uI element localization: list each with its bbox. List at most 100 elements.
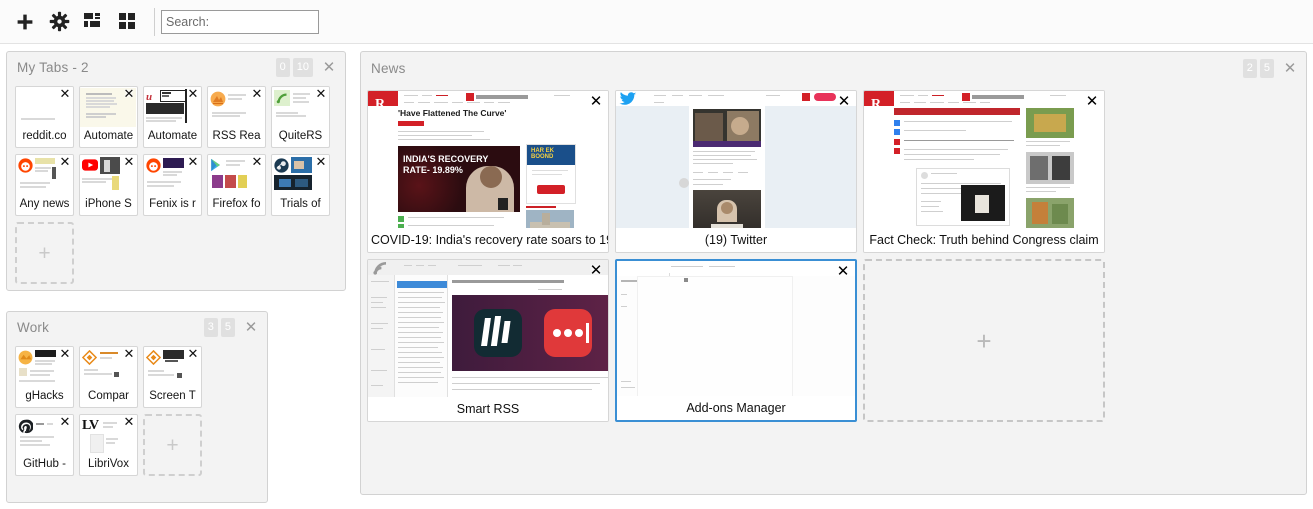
tab-tile[interactable]: ✕ Fenix is r (143, 154, 202, 216)
tab-close-button[interactable]: ✕ (835, 263, 851, 280)
mini-page-body (617, 276, 855, 399)
badge-pinned-count[interactable]: 3 (203, 317, 218, 337)
tab-tile[interactable]: ✕ Compar (79, 346, 138, 408)
tab-title: Trials of (280, 198, 321, 210)
mini-page-body (864, 106, 1104, 229)
tab-close-button[interactable]: ✕ (58, 347, 72, 361)
tab-title: Compar (88, 390, 129, 402)
tab-close-button[interactable]: ✕ (58, 87, 72, 101)
rss-green-icon (276, 93, 287, 104)
badge-tab-count[interactable]: 10 (292, 57, 313, 77)
tab-card-selected[interactable]: ✕ Add-ons Manager (615, 259, 857, 422)
tab-close-button[interactable]: ✕ (122, 415, 136, 429)
rss-icon (373, 262, 386, 275)
grid-mixed-icon (83, 13, 100, 27)
plus-icon (17, 14, 33, 29)
tab-title: reddit.co (22, 130, 67, 142)
tab-card[interactable]: ✕ (19) Twitter (615, 90, 857, 253)
search-container (161, 9, 319, 34)
group-badges: 2 5 (1242, 58, 1274, 78)
add-group-button[interactable] (8, 5, 42, 39)
group-panel-news[interactable]: News 2 5 ✕ R 'Have Flattened The Curve' … (360, 51, 1307, 495)
mini-page-body (368, 275, 608, 398)
tab-close-button[interactable]: ✕ (588, 93, 604, 110)
group-close-button[interactable]: ✕ (319, 57, 339, 77)
tab-close-button[interactable]: ✕ (186, 155, 200, 169)
tab-card[interactable]: ✕ Smart RSS (367, 259, 609, 422)
group-header-work: Work 3 5 ✕ (7, 312, 267, 342)
tab-tile[interactable]: LV ✕ LibriVox (79, 414, 138, 476)
thumbnail-scrollbar (601, 91, 608, 229)
group-close-button[interactable]: ✕ (241, 317, 261, 337)
tab-thumbnail (616, 91, 856, 229)
group-close-button[interactable]: ✕ (1280, 58, 1300, 78)
mini-browser-chrome: R (864, 91, 1104, 121)
mini-page-body (616, 106, 856, 229)
group-panel-my-tabs[interactable]: My Tabs - 2 0 10 ✕ ✕ reddit.co ✕ Automat… (6, 51, 346, 291)
tab-card-list-news: R 'Have Flattened The Curve' INDIA'S REC… (361, 84, 1306, 422)
tab-close-button[interactable]: ✕ (58, 415, 72, 429)
tab-close-button[interactable]: ✕ (122, 155, 136, 169)
tab-tile[interactable]: u ✕ Automate (143, 86, 202, 148)
layout-mixed-button[interactable] (76, 5, 110, 39)
tab-thumbnail (617, 261, 855, 399)
tab-tile[interactable]: ✕ Screen T (143, 346, 202, 408)
group-title: News (371, 60, 406, 76)
mini-browser-chrome: R (368, 91, 608, 121)
tab-close-button[interactable]: ✕ (836, 93, 852, 110)
tab-close-button[interactable]: ✕ (250, 87, 264, 101)
tab-tile[interactable]: ✕ gHacks (15, 346, 74, 408)
librivox-icon: LV (82, 418, 99, 433)
add-tab-button-work[interactable]: + (143, 414, 202, 476)
tab-close-button[interactable]: ✕ (250, 155, 264, 169)
group-title: Work (17, 319, 50, 335)
github-icon (18, 419, 33, 434)
tab-tile[interactable]: ✕ RSS Rea (207, 86, 266, 148)
group-panel-work[interactable]: Work 3 5 ✕ ✕ gHacks ✕ Compar ✕ Screen T … (6, 311, 268, 503)
group-header-my-tabs: My Tabs - 2 0 10 ✕ (7, 52, 345, 82)
tab-title: Automate (83, 130, 134, 142)
tab-thumbnail: R (864, 91, 1104, 229)
tab-close-button[interactable]: ✕ (314, 87, 328, 101)
tab-tile[interactable]: ✕ iPhone S (79, 154, 138, 216)
settings-button[interactable] (42, 5, 76, 39)
tab-title: Automate (147, 130, 198, 142)
tab-card[interactable]: R (367, 90, 609, 253)
youtube-icon (82, 159, 98, 171)
tab-tile[interactable]: ✕ QuiteRS (271, 86, 330, 148)
group-badges: 0 10 (275, 57, 313, 77)
tab-tile[interactable]: ✕ GitHub - (15, 414, 74, 476)
badge-tab-count[interactable]: 5 (220, 317, 235, 337)
diamond-icon (146, 350, 161, 365)
layout-grid-button[interactable] (110, 5, 144, 39)
tab-close-button[interactable]: ✕ (122, 347, 136, 361)
toolbar-divider (154, 7, 155, 36)
tab-tile[interactable]: ✕ Trials of (271, 154, 330, 216)
badge-tab-count[interactable]: 5 (1259, 58, 1274, 78)
tab-title: Fact Check: Truth behind Congress claim (864, 228, 1104, 252)
tab-thumbnail: R (368, 91, 608, 229)
tab-card[interactable]: R (863, 90, 1105, 253)
reddit-icon (146, 158, 161, 173)
tab-tile[interactable]: ✕ Automate (79, 86, 138, 148)
tab-thumbnail (368, 260, 608, 398)
search-input[interactable] (161, 9, 319, 34)
badge-pinned-count[interactable]: 2 (1242, 58, 1257, 78)
tab-title: QuiteRS (278, 130, 323, 142)
tab-tile[interactable]: ✕ Firefox fo (207, 154, 266, 216)
add-tab-button-my-tabs[interactable]: + (15, 222, 74, 284)
tab-close-button[interactable]: ✕ (314, 155, 328, 169)
tab-tile[interactable]: ✕ Any news (15, 154, 74, 216)
add-tab-button-news[interactable]: + (863, 259, 1105, 422)
tab-title: Screen T (149, 390, 196, 402)
tab-close-button[interactable]: ✕ (122, 87, 136, 101)
tab-close-button[interactable]: ✕ (588, 262, 604, 279)
gear-icon (49, 11, 69, 32)
tab-close-button[interactable]: ✕ (1084, 93, 1100, 110)
badge-pinned-count[interactable]: 0 (275, 57, 290, 77)
tab-tile[interactable]: ✕ reddit.co (15, 86, 74, 148)
tab-close-button[interactable]: ✕ (186, 87, 200, 101)
tab-close-button[interactable]: ✕ (58, 155, 72, 169)
tab-title: RSS Rea (212, 130, 261, 142)
tab-close-button[interactable]: ✕ (186, 347, 200, 361)
